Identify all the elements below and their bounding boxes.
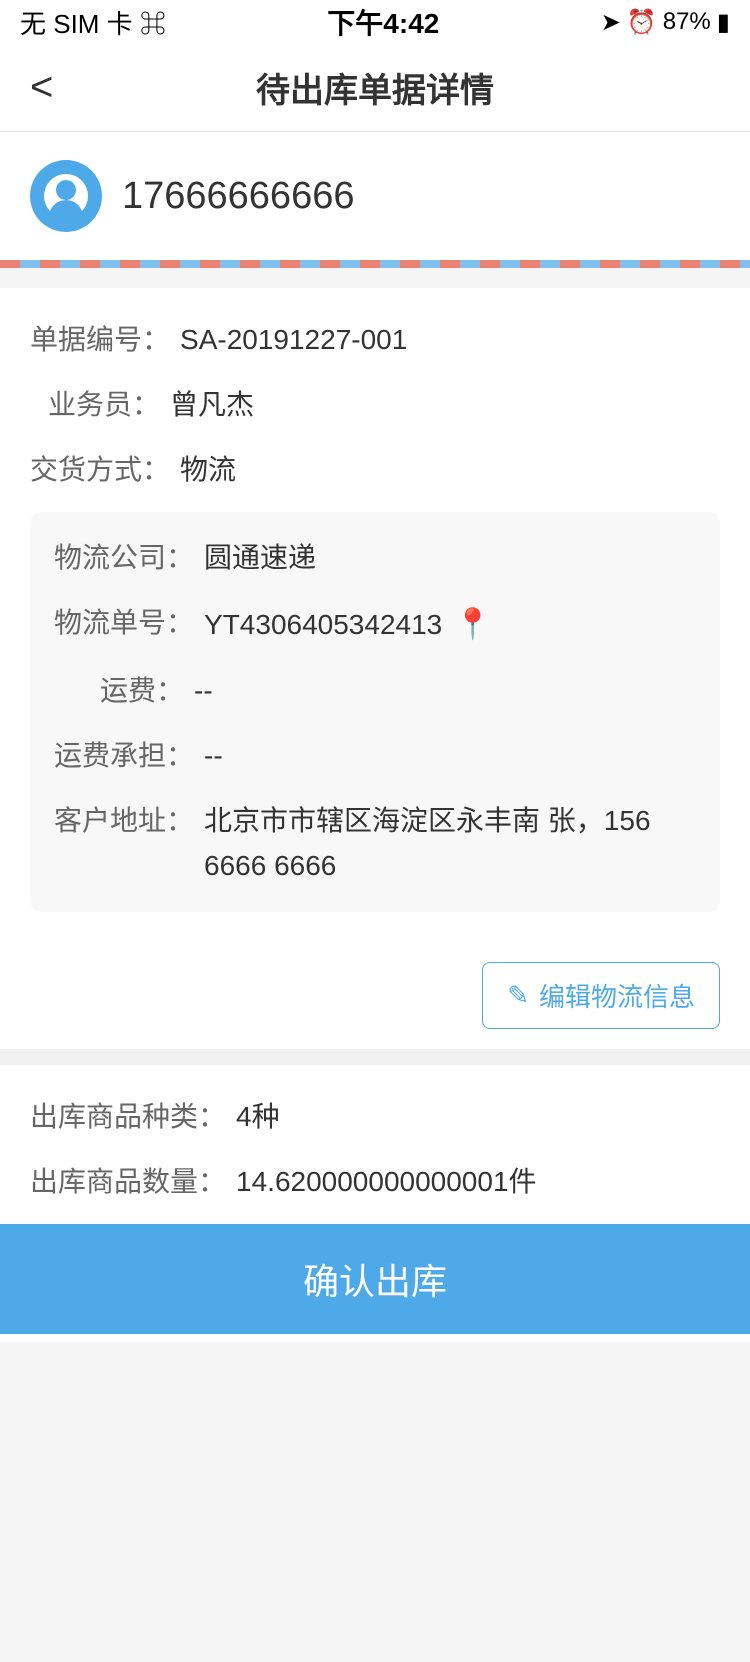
delivery-label: 交货方式： (30, 448, 180, 493)
logistics-company-value: 圆通速递 (204, 536, 696, 581)
freight-bearer-value: -- (204, 734, 696, 779)
status-right: ➤ ⏰ 87% ▮ (601, 8, 730, 37)
battery-icon: ▮ (717, 8, 730, 37)
address-value: 北京市市辖区海淀区永丰南 张，156 6666 6666 (204, 799, 696, 889)
bottom-space (0, 1342, 750, 1542)
confirm-outbound-bar[interactable]: 确认出库 (0, 1224, 750, 1334)
freight-bearer-label: 运费承担： (54, 734, 204, 779)
salesperson-value: 曾凡杰 (170, 383, 720, 428)
freight-bearer-row: 运费承担： -- (54, 734, 696, 779)
product-qty-label: 出库商品数量： (30, 1160, 236, 1205)
tracking-no-label: 物流单号： (54, 601, 204, 646)
customer-phone: 17666666666 (122, 175, 354, 218)
wifi-icon: ⌘ (140, 9, 166, 39)
page-title: 待出库单据详情 (256, 63, 494, 112)
location-status-icon: ➤ (601, 8, 621, 37)
back-button[interactable]: < (30, 65, 53, 110)
freight-value: -- (194, 669, 696, 714)
product-section: 出库商品种类： 4种 出库商品数量： 14.620000000000001件 (0, 1065, 750, 1235)
logistics-card: 物流公司： 圆通速递 物流单号： YT43064053424​13 📍 运费： … (30, 512, 720, 912)
page-content: 17666666666 单据编号： SA-20191227-001 业务员： 曾… (0, 132, 750, 1662)
product-qty-row: 出库商品数量： 14.620000000000001件 (30, 1160, 720, 1205)
order-no-label: 单据编号： (30, 318, 180, 363)
address-row: 客户地址： 北京市市辖区海淀区永丰南 张，156 6666 6666 (54, 799, 696, 889)
product-qty-value: 14.620000000000001件 (236, 1160, 720, 1205)
status-time: 下午4:42 (327, 2, 439, 42)
order-no-row: 单据编号： SA-20191227-001 (30, 318, 720, 363)
address-label: 客户地址： (54, 799, 204, 844)
tracking-no-value: YT43064053424​13 📍 (204, 601, 696, 649)
edit-btn-row: ✎ 编辑物流信息 (0, 942, 750, 1049)
sim-text: 无 SIM 卡 (20, 9, 133, 39)
product-types-value: 4种 (236, 1095, 720, 1140)
delivery-row: 交货方式： 物流 (30, 448, 720, 493)
avatar (30, 160, 102, 232)
salesperson-label: 业务员： (30, 383, 170, 428)
logistics-company-label: 物流公司： (54, 536, 204, 581)
back-icon: < (30, 65, 53, 109)
confirm-btn-label: 确认出库 (303, 1253, 447, 1305)
edit-icon: ✎ (507, 980, 529, 1011)
battery-percent: 87% (663, 8, 711, 36)
customer-header: 17666666666 (0, 132, 750, 260)
logistics-company-row: 物流公司： 圆通速递 (54, 536, 696, 581)
product-types-label: 出库商品种类： (30, 1095, 236, 1140)
edit-logistics-label: 编辑物流信息 (539, 977, 695, 1014)
tracking-no-row: 物流单号： YT43064053424​13 📍 (54, 601, 696, 649)
basic-info-section: 单据编号： SA-20191227-001 业务员： 曾凡杰 交货方式： 物流 … (0, 288, 750, 942)
section-divider (0, 1049, 750, 1065)
product-types-row: 出库商品种类： 4种 (30, 1095, 720, 1140)
salesperson-row: 业务员： 曾凡杰 (30, 383, 720, 428)
dashed-divider (0, 260, 750, 268)
delivery-value: 物流 (180, 448, 720, 493)
nav-bar: < 待出库单据详情 (0, 44, 750, 132)
alarm-icon: ⏰ (627, 8, 657, 37)
avatar-icon (44, 174, 88, 218)
freight-row: 运费： -- (54, 669, 696, 714)
status-left: 无 SIM 卡 ⌘ (20, 4, 166, 41)
status-bar: 无 SIM 卡 ⌘ 下午4:42 ➤ ⏰ 87% ▮ (0, 0, 750, 44)
freight-label: 运费： (54, 669, 194, 714)
order-no-value: SA-20191227-001 (180, 318, 720, 363)
edit-logistics-button[interactable]: ✎ 编辑物流信息 (482, 962, 720, 1029)
map-pin-icon[interactable]: 📍 (454, 601, 491, 649)
